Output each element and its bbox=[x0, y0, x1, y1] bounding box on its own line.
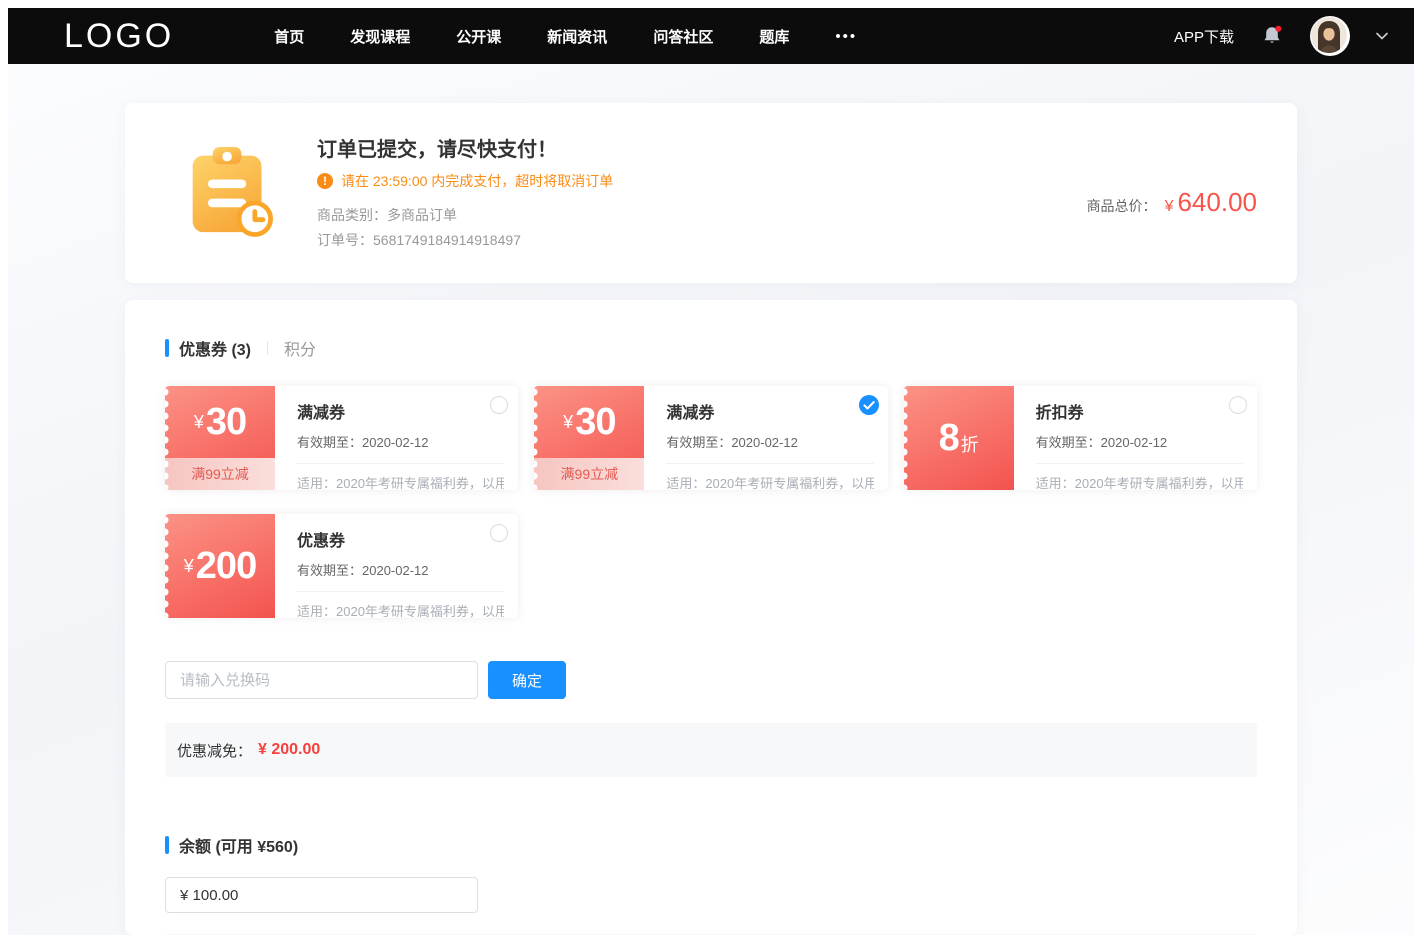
coupon-name: 满减券 bbox=[666, 399, 873, 423]
bell-icon[interactable] bbox=[1260, 24, 1284, 48]
coupon-validity: 有效期至：2020-02-12 bbox=[297, 560, 504, 579]
top-nav: LOGO 首页 发现课程 公开课 新闻资讯 问答社区 题库 ••• APP下载 bbox=[8, 8, 1414, 64]
coupon-scope: 适用：2020年考研专属福利券，以用... bbox=[297, 463, 504, 490]
section-accent-bar bbox=[165, 836, 169, 854]
clipboard-clock-icon bbox=[185, 143, 273, 244]
coupon-unit: 折 bbox=[961, 431, 979, 457]
nav-item-news[interactable]: 新闻资讯 bbox=[547, 26, 607, 47]
order-category-label: 商品类别： bbox=[317, 207, 387, 223]
tab-points[interactable]: 积分 bbox=[284, 336, 316, 360]
discount-summary-bar: 优惠减免： ¥ 200.00 bbox=[165, 723, 1257, 777]
coupon-stub: ¥30 满99立减 bbox=[165, 386, 275, 490]
coupon-validity: 有效期至：2020-02-12 bbox=[666, 432, 873, 451]
ellipsis-icon[interactable]: ••• bbox=[835, 28, 857, 45]
radio-circle-icon[interactable] bbox=[1229, 396, 1247, 414]
order-number-label: 订单号： bbox=[317, 232, 373, 248]
coupon-condition: 满99立减 bbox=[534, 458, 644, 490]
coupon-card-2[interactable]: ¥30 满99立减 满减券 有效期至：2020-02-12 适用：2020年考研… bbox=[534, 386, 887, 490]
coupon-value: 200 bbox=[196, 545, 256, 588]
radio-circle-icon[interactable] bbox=[490, 396, 508, 414]
coupon-details: 满减券 有效期至：2020-02-12 适用：2020年考研专属福利券，以用..… bbox=[644, 386, 887, 490]
coupon-tabs: 优惠券 (3) 积分 bbox=[165, 336, 1257, 360]
coupon-currency: ¥ bbox=[194, 412, 204, 433]
order-banner-card: 订单已提交，请尽快支付！ ! 请在 23:59:00 内完成支付，超时将取消订单… bbox=[125, 103, 1297, 283]
coupon-details: 满减券 有效期至：2020-02-12 适用：2020年考研专属福利券，以用..… bbox=[275, 386, 518, 490]
confirm-button[interactable]: 确定 bbox=[488, 661, 566, 699]
currency-symbol: ¥ bbox=[1165, 198, 1174, 215]
discount-label: 优惠减免： bbox=[177, 740, 252, 761]
coupon-value: 30 bbox=[206, 401, 246, 444]
coupon-value: 30 bbox=[575, 401, 615, 444]
warning-text: 请在 23:59:00 内完成支付，超时将取消订单 bbox=[341, 171, 613, 191]
main-content: 订单已提交，请尽快支付！ ! 请在 23:59:00 内完成支付，超时将取消订单… bbox=[8, 64, 1414, 935]
nav-item-question-bank[interactable]: 题库 bbox=[759, 26, 789, 47]
balance-title: 余额 (可用 ¥560) bbox=[179, 833, 298, 857]
page: LOGO 首页 发现课程 公开课 新闻资讯 问答社区 题库 ••• APP下载 bbox=[0, 0, 1424, 935]
coupon-scope: 适用：2020年考研专属福利券，以用... bbox=[297, 591, 504, 618]
app-download-link[interactable]: APP下载 bbox=[1174, 26, 1234, 47]
nav-item-qa-community[interactable]: 问答社区 bbox=[653, 26, 713, 47]
coupon-details: 优惠券 有效期至：2020-02-12 适用：2020年考研专属福利券，以用..… bbox=[275, 514, 518, 618]
coupon-stub: ¥30 满99立减 bbox=[534, 386, 644, 490]
coupon-card-3[interactable]: 8折 折扣券 有效期至：2020-02-12 适用：2020年考研专属福利券，以… bbox=[904, 386, 1257, 490]
coupon-card-1[interactable]: ¥30 满99立减 满减券 有效期至：2020-02-12 适用：2020年考研… bbox=[165, 386, 518, 490]
chevron-down-icon[interactable] bbox=[1376, 32, 1388, 40]
order-title: 订单已提交，请尽快支付！ bbox=[317, 133, 1087, 162]
logo[interactable]: LOGO bbox=[64, 17, 174, 56]
discount-amount: ¥ 200.00 bbox=[258, 741, 320, 759]
coupon-currency: ¥ bbox=[563, 412, 573, 433]
tab-divider bbox=[267, 341, 268, 355]
coupon-name: 优惠券 bbox=[297, 527, 504, 551]
coupon-name: 满减券 bbox=[297, 399, 504, 423]
notification-dot bbox=[1275, 26, 1281, 32]
nav-item-discover-courses[interactable]: 发现课程 bbox=[350, 26, 410, 47]
order-total-label: 商品总价： bbox=[1087, 198, 1157, 214]
coupon-condition: 满99立减 bbox=[165, 458, 275, 490]
coupon-name: 折扣券 bbox=[1036, 399, 1243, 423]
balance-amount-input[interactable] bbox=[165, 877, 478, 913]
nav-right: APP下载 bbox=[1174, 16, 1388, 56]
nav-item-home[interactable]: 首页 bbox=[274, 26, 304, 47]
coupon-scope: 适用：2020年考研专属福利券，以用... bbox=[1036, 463, 1243, 490]
order-category-value: 多商品订单 bbox=[387, 207, 457, 223]
coupon-grid: ¥30 满99立减 满减券 有效期至：2020-02-12 适用：2020年考研… bbox=[165, 386, 1257, 618]
coupon-currency: ¥ bbox=[184, 556, 194, 577]
order-total: 商品总价： ¥640.00 bbox=[1087, 187, 1257, 218]
coupon-details: 折扣券 有效期至：2020-02-12 适用：2020年考研专属福利券，以用..… bbox=[1014, 386, 1257, 490]
order-total-amount: 640.00 bbox=[1177, 187, 1257, 217]
check-circle-icon[interactable] bbox=[859, 395, 879, 415]
redeem-code-input[interactable] bbox=[165, 661, 478, 699]
order-info: 订单已提交，请尽快支付！ ! 请在 23:59:00 内完成支付，超时将取消订单… bbox=[317, 133, 1087, 253]
coupon-scope: 适用：2020年考研专属福利券，以用... bbox=[666, 463, 873, 490]
payment-deadline-warning: ! 请在 23:59:00 内完成支付，超时将取消订单 bbox=[317, 171, 1087, 191]
radio-circle-icon[interactable] bbox=[490, 524, 508, 542]
tab-coupons[interactable]: 优惠券 (3) bbox=[179, 336, 251, 360]
user-avatar[interactable] bbox=[1310, 16, 1350, 56]
nav-item-open-classes[interactable]: 公开课 bbox=[456, 26, 501, 47]
exclamation-circle-icon: ! bbox=[317, 173, 333, 189]
nav-links: 首页 发现课程 公开课 新闻资讯 问答社区 题库 ••• bbox=[274, 26, 857, 47]
order-category-row: 商品类别：多商品订单 bbox=[317, 203, 1087, 228]
coupon-stub: 8折 bbox=[904, 386, 1014, 490]
order-number-value: 5681749184914918497 bbox=[373, 232, 521, 248]
redeem-row: 确定 bbox=[165, 661, 1257, 699]
balance-section-header: 余额 (可用 ¥560) bbox=[165, 833, 1257, 857]
coupon-stub: ¥200 bbox=[165, 514, 275, 618]
coupon-validity: 有效期至：2020-02-12 bbox=[1036, 432, 1243, 451]
section-accent-bar bbox=[165, 339, 169, 357]
order-number-row: 订单号：5681749184914918497 bbox=[317, 228, 1087, 253]
coupon-value: 8 bbox=[939, 417, 959, 460]
payment-options-card: 优惠券 (3) 积分 ¥30 满99立减 满减券 有效期至：2020-02-12… bbox=[125, 300, 1297, 935]
coupon-validity: 有效期至：2020-02-12 bbox=[297, 432, 504, 451]
coupon-card-4[interactable]: ¥200 优惠券 有效期至：2020-02-12 适用：2020年考研专属福利券… bbox=[165, 514, 518, 618]
